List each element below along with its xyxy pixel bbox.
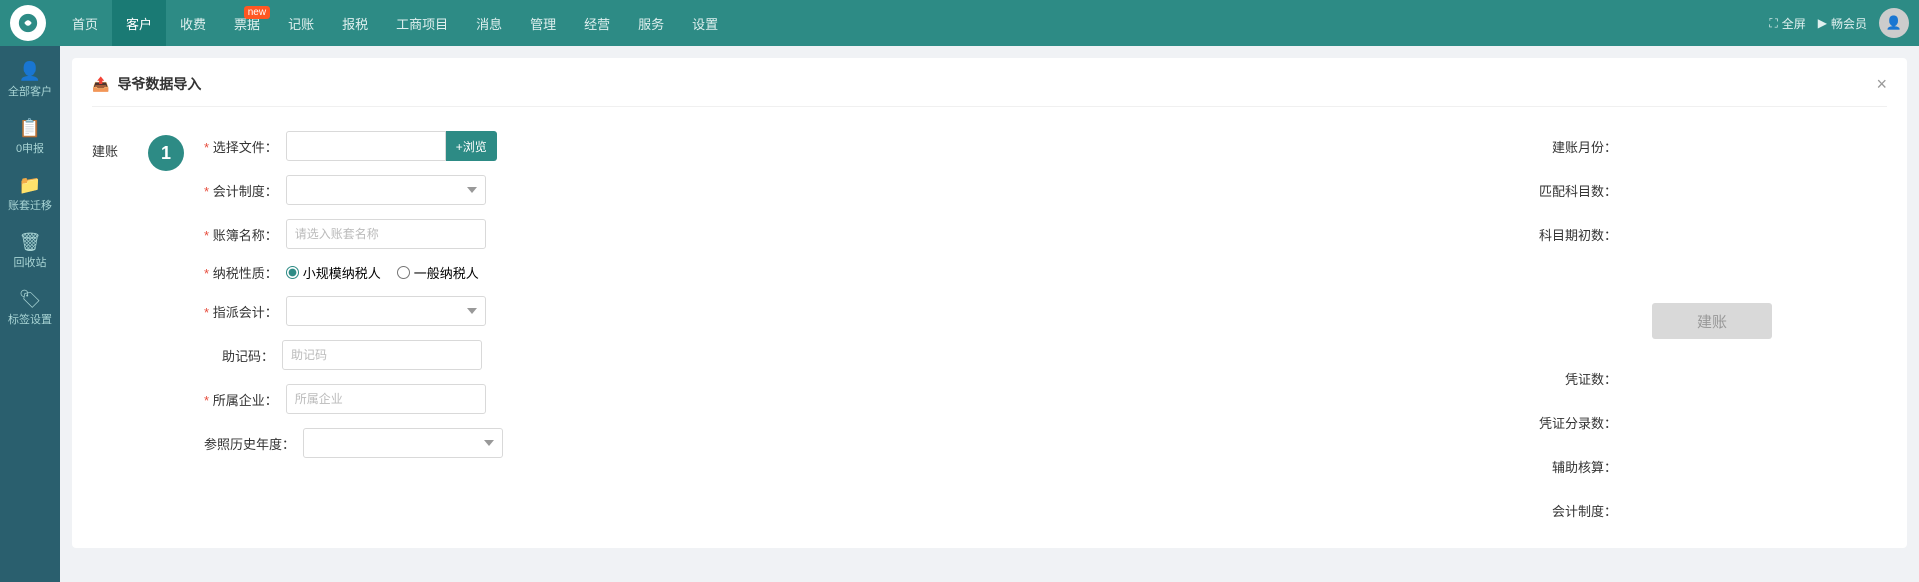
accounting-system-select[interactable] [286,175,486,205]
nav-item-customer[interactable]: 客户 [112,0,166,46]
nav-item-invoice[interactable]: 票据 new [220,0,274,46]
sidebar: 👤 全部客户 📋 0申报 📁 账套迁移 🗑 回收站 🏷 标签设置 [0,46,60,582]
sidebar-item-migration[interactable]: 📁 账套迁移 [0,168,60,221]
top-nav: 首页 客户 收费 票据 new 记账 报税 工商项目 消息 管理 经营 服务 设… [0,0,1919,46]
nav-items: 首页 客户 收费 票据 new 记账 报税 工商项目 消息 管理 经营 服务 设… [58,0,1769,46]
card: 📤 导爷数据导入 × 建账 1 选择文件： +浏览 [72,58,1907,548]
nav-item-service[interactable]: 服务 [624,0,678,46]
sidebar-item-declaration[interactable]: 📋 0申报 [0,111,60,164]
vip-icon: ▶ [1818,16,1827,30]
content: 📤 导爷数据导入 × 建账 1 选择文件： +浏览 [60,46,1919,582]
company-input[interactable] [286,384,486,414]
logo [10,5,46,41]
accounting-label: 会计制度： [204,181,278,200]
nav-item-manage[interactable]: 管理 [516,0,570,46]
nav-item-home[interactable]: 首页 [58,0,112,46]
nav-item-fee[interactable]: 收费 [166,0,220,46]
vip-button[interactable]: ▶ 畅会员 [1818,15,1867,32]
avatar[interactable]: 👤 [1879,8,1909,38]
sidebar-item-trash[interactable]: 🗑 回收站 [0,225,60,278]
build-account-button[interactable]: 建账 [1652,303,1772,339]
form-row-accountant: 指派会计： [204,296,1507,326]
step-label: 建账 [92,131,118,160]
info-row-subject-initial: 科目期初数： [1537,219,1887,249]
step-section: 建账 1 选择文件： +浏览 会计制度： [92,131,1507,525]
radio-general[interactable]: 一般纳税人 [397,263,479,282]
form-row-ledger: 账簿名称： [204,219,1507,249]
main-layout: 👤 全部客户 📋 0申报 📁 账套迁移 🗑 回收站 🏷 标签设置 📤 导爷数据导… [0,46,1919,582]
nav-item-tax[interactable]: 报税 [328,0,382,46]
nav-item-operation[interactable]: 经营 [570,0,624,46]
company-label: 所属企业： [204,390,278,409]
fullscreen-icon: ⛶ [1769,16,1777,31]
ledger-label: 账簿名称： [204,225,278,244]
nav-item-business[interactable]: 工商项目 [382,0,462,46]
declaration-icon: 📋 [19,119,41,137]
accountant-select[interactable] [286,296,486,326]
form-content: 建账 1 选择文件： +浏览 会计制度： [92,131,1887,525]
memo-input[interactable] [282,340,482,370]
card-header: 📤 导爷数据导入 [92,74,1887,107]
ref-year-select[interactable] [303,428,503,458]
radio-general-input[interactable] [397,266,410,279]
close-button[interactable]: × [1876,74,1887,95]
info-row-accounting-system: 会计制度： [1537,495,1887,525]
form-row-tax: 纳税性质： 小规模纳税人 一般纳税人 [204,263,1507,282]
sidebar-item-tags[interactable]: 🏷 标签设置 [0,282,60,335]
fullscreen-button[interactable]: ⛶ 全屏 [1769,15,1805,32]
aux-accounting-label: 辅助核算： [1537,457,1617,476]
sidebar-item-all-customers[interactable]: 👤 全部客户 [0,54,60,107]
migration-icon: 📁 [19,176,41,194]
radio-group-tax: 小规模纳税人 一般纳税人 [286,263,479,282]
form-grid: 选择文件： +浏览 会计制度： [204,131,1507,458]
ref-year-label: 参照历史年度： [204,434,295,453]
form-row-accounting: 会计制度： [204,175,1507,205]
tax-label: 纳税性质： [204,263,278,282]
nav-item-message[interactable]: 消息 [462,0,516,46]
import-icon: 📤 [92,76,109,93]
voucher-records-label: 凭证分录数： [1537,413,1617,432]
voucher-count-label: 凭证数： [1537,369,1617,388]
build-month-label: 建账月份： [1537,137,1617,156]
info-row-match-subjects: 匹配科目数： [1537,175,1887,205]
radio-small-scale[interactable]: 小规模纳税人 [286,263,381,282]
nav-item-bookkeeping[interactable]: 记账 [274,0,328,46]
nav-right: ⛶ 全屏 ▶ 畅会员 👤 [1769,8,1909,38]
accountant-label: 指派会计： [204,302,278,321]
info-row-voucher-count: 凭证数： [1537,363,1887,393]
info-row-voucher-records: 凭证分录数： [1537,407,1887,437]
ledger-name-input[interactable] [286,219,486,249]
memo-label: 助记码： [204,346,274,365]
form-row-memo: 助记码： [204,340,1507,370]
match-subjects-label: 匹配科目数： [1537,181,1617,200]
subject-initial-label: 科目期初数： [1537,225,1617,244]
right-section: 建账月份： 匹配科目数： 科目期初数： 建账 [1507,131,1887,525]
nav-badge-new: new [244,6,270,19]
nav-item-settings[interactable]: 设置 [678,0,732,46]
step-circle: 1 [148,135,184,171]
form-row-company: 所属企业： [204,384,1507,414]
trash-icon: 🗑 [19,233,42,251]
file-input[interactable] [286,131,446,161]
info-row-aux-accounting: 辅助核算： [1537,451,1887,481]
radio-small-scale-input[interactable] [286,266,299,279]
all-customers-icon: 👤 [19,62,41,80]
card-title: 导爷数据导入 [117,74,201,94]
form-row-file: 选择文件： +浏览 [204,131,1507,161]
form-row-ref-year: 参照历史年度： [204,428,1507,458]
file-input-group: +浏览 [286,131,497,161]
browse-button[interactable]: +浏览 [446,131,497,161]
tags-icon: 🏷 [19,290,42,308]
info-row-build-month: 建账月份： [1537,131,1887,161]
accounting-system-label: 会计制度： [1537,501,1617,520]
file-label: 选择文件： [204,137,278,156]
